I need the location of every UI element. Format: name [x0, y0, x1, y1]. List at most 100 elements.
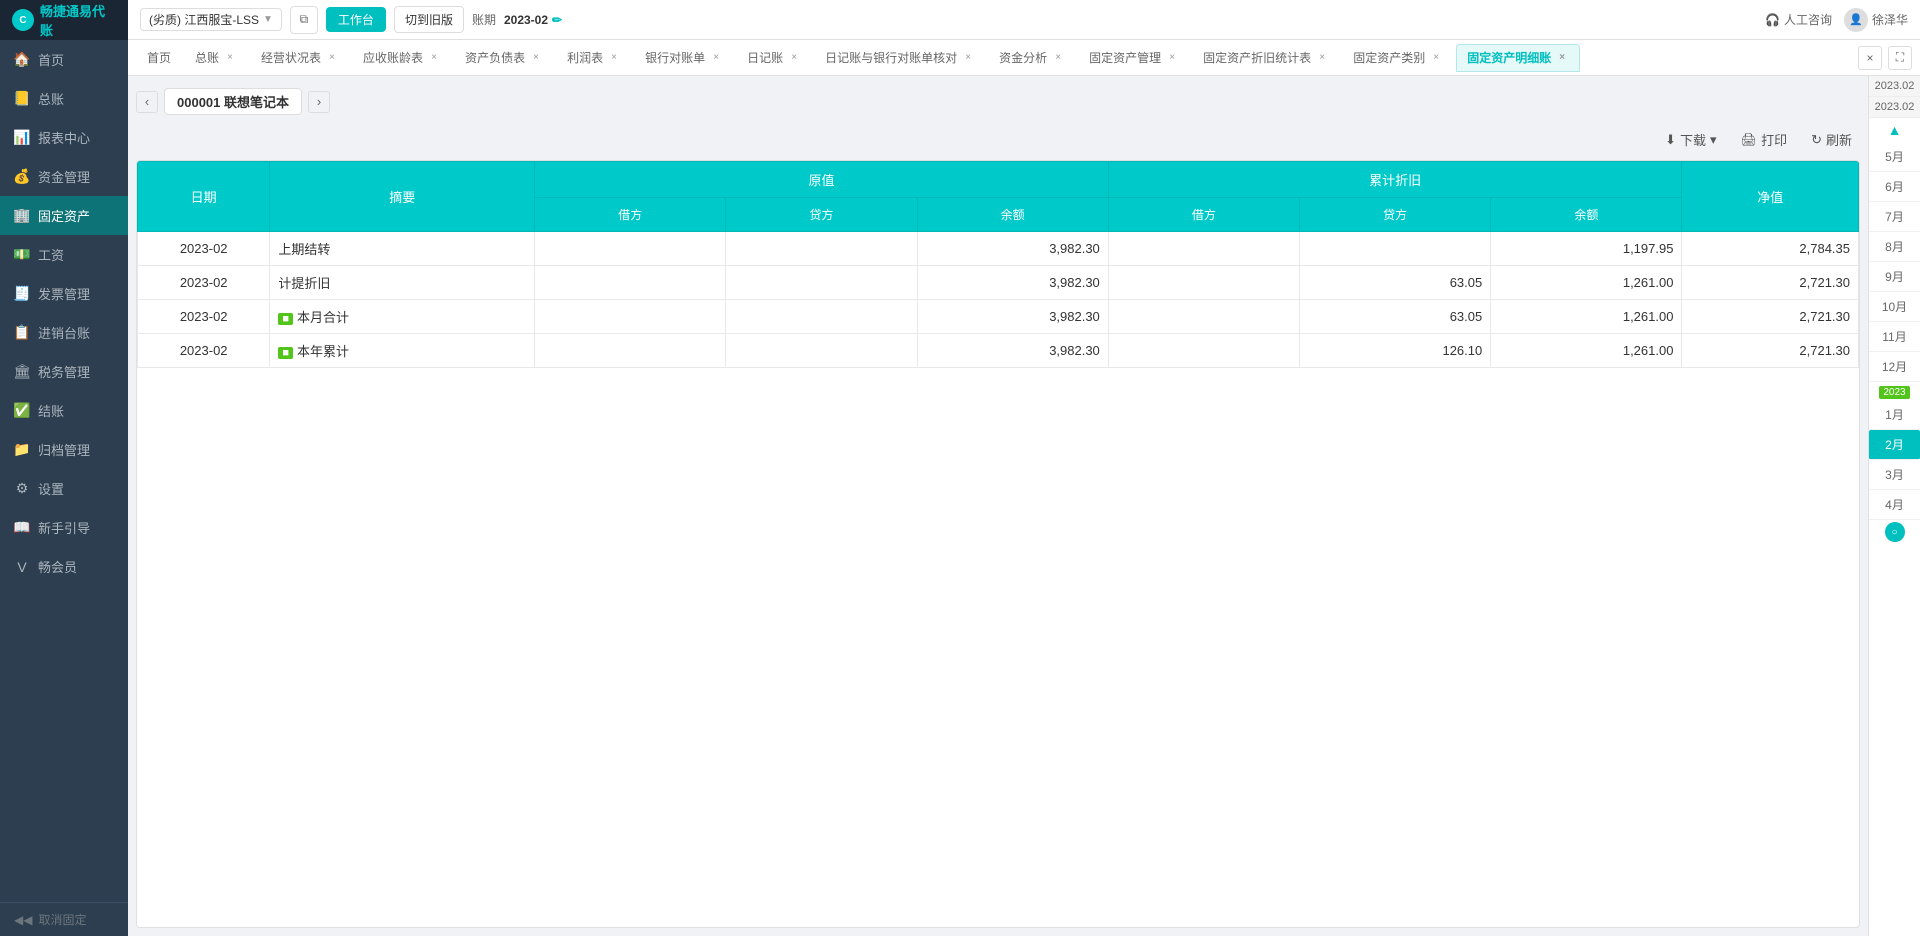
panel-circle-btn[interactable]: ○	[1885, 522, 1905, 542]
tab-receivable[interactable]: 应收账龄表×	[352, 44, 452, 72]
cell-depr-debit	[1108, 334, 1299, 368]
tab-close-balance[interactable]: ×	[529, 51, 543, 65]
tab-close-bank_check[interactable]: ×	[961, 51, 975, 65]
tab-close-journal[interactable]: ×	[787, 51, 801, 65]
panel-month-8月[interactable]: 8月	[1869, 232, 1920, 262]
period-text: 2023-02	[504, 13, 548, 27]
tab-close-profit[interactable]: ×	[607, 51, 621, 65]
panel-month-5月[interactable]: 5月	[1869, 142, 1920, 172]
close-tab-btn[interactable]: ×	[1858, 46, 1882, 70]
panel-month-3月[interactable]: 3月	[1869, 460, 1920, 490]
headset-icon: 🎧	[1765, 13, 1780, 27]
panel-month-11月[interactable]: 11月	[1869, 322, 1920, 352]
sidebar-item-tax[interactable]: 🏛税务管理	[0, 352, 128, 391]
company-selector[interactable]: (劣质) 江西服宝-LSS ▼	[140, 8, 282, 31]
tab-fixed_type[interactable]: 固定资产类别×	[1342, 44, 1454, 72]
panel-month-12月[interactable]: 12月	[1869, 352, 1920, 382]
sidebar-item-checkout[interactable]: ✅结账	[0, 391, 128, 430]
sidebar-unpin-btn[interactable]: ◀◀ 取消固定	[0, 902, 128, 936]
sidebar-item-home[interactable]: 🏠首页	[0, 40, 128, 79]
cell-orig-credit	[726, 334, 917, 368]
panel-month-1月[interactable]: 1月	[1869, 400, 1920, 430]
cell-date: 2023-02	[138, 232, 270, 266]
panel-month-4月[interactable]: 4月	[1869, 490, 1920, 520]
user-menu-btn[interactable]: 👤 徐泽华	[1844, 8, 1908, 32]
ledger-icon: 📒	[14, 91, 30, 107]
tab-fixed_depr[interactable]: 固定资产折旧统计表×	[1192, 44, 1340, 72]
cell-orig-debit	[535, 266, 726, 300]
panel-month-2月[interactable]: 2月	[1869, 430, 1920, 460]
sidebar-item-ledger[interactable]: 📒总账	[0, 79, 128, 118]
cell-depr-balance: 1,261.00	[1491, 334, 1682, 368]
tab-journal[interactable]: 日记账 ×	[736, 44, 812, 72]
cell-depr-credit	[1300, 232, 1491, 266]
sidebar-item-sales[interactable]: 📋进销台账	[0, 313, 128, 352]
fullscreen-btn[interactable]: ⛶	[1888, 46, 1912, 70]
panel-month-7月[interactable]: 7月	[1869, 202, 1920, 232]
sidebar-item-settings[interactable]: ⚙设置	[0, 469, 128, 508]
print-icon: 🖨	[1741, 132, 1758, 148]
tab-close-bank[interactable]: ×	[709, 51, 723, 65]
cell-date: 2023-02	[138, 334, 270, 368]
tab-bank_check[interactable]: 日记账与银行对账单核对×	[814, 44, 986, 72]
cell-net-value: 2,784.35	[1682, 232, 1859, 266]
unpin-icon: ◀◀	[14, 913, 32, 927]
cell-orig-balance: 3,982.30	[917, 266, 1108, 300]
tab-close-ledger[interactable]: ×	[223, 51, 237, 65]
tab-ledger[interactable]: 总账×	[184, 44, 248, 72]
sidebar-item-guide[interactable]: 📖新手引导	[0, 508, 128, 547]
tab-close-fixed_mgmt[interactable]: ×	[1165, 51, 1179, 65]
download-icon: ⬇	[1665, 132, 1676, 148]
tab-balance[interactable]: 资产负债表×	[454, 44, 554, 72]
switch-version-button[interactable]: 切到旧版	[394, 6, 464, 33]
checkout-icon: ✅	[14, 403, 30, 419]
tax-icon: 🏛	[14, 364, 30, 380]
panel-month-10月[interactable]: 10月	[1869, 292, 1920, 322]
nav-next-btn[interactable]: ›	[308, 91, 330, 113]
tabbar: 首页总账×经营状况表×应收账龄表×资产负债表×利润表×银行对账单×日记账×日记账…	[128, 40, 1920, 76]
sidebar-item-invoice[interactable]: 🧾发票管理	[0, 274, 128, 313]
sidebar-item-funds[interactable]: 💰资金管理	[0, 157, 128, 196]
tab-fund[interactable]: 资金分析 ×	[988, 44, 1076, 72]
workbench-button[interactable]: 工作台	[326, 7, 386, 32]
cell-depr-credit: 63.05	[1300, 266, 1491, 300]
sidebar-item-vip[interactable]: V畅会员	[0, 547, 128, 586]
print-btn[interactable]: 🖨 打印	[1733, 127, 1796, 152]
support-btn[interactable]: 🎧 人工咨询	[1765, 11, 1832, 28]
tab-fixed_mgmt[interactable]: 固定资产管理×	[1078, 44, 1190, 72]
tab-close-fund[interactable]: ×	[1051, 51, 1065, 65]
cell-orig-credit	[726, 266, 917, 300]
table-row: 2023-02 计提折旧 3,982.30 63.05 1,261.00 2,7…	[138, 266, 1859, 300]
sidebar-item-archive[interactable]: 📁归档管理	[0, 430, 128, 469]
copy-icon-btn[interactable]: ⧉	[290, 6, 318, 34]
refresh-btn[interactable]: ↻ 刷新	[1803, 127, 1860, 152]
tab-profit[interactable]: 利润表×	[556, 44, 632, 72]
panel-month-9月[interactable]: 9月	[1869, 262, 1920, 292]
right-panel: 2023.02 2023.02 ▲ 5月6月7月8月9月10月11月12月 20…	[1868, 76, 1920, 936]
tab-close-fixed_type[interactable]: ×	[1429, 51, 1443, 65]
tab-label-journal: 日记账	[747, 49, 783, 66]
tab-bank[interactable]: 银行对账单 ×	[634, 44, 734, 72]
sidebar-item-salary[interactable]: 💵工资	[0, 235, 128, 274]
cell-depr-debit	[1108, 300, 1299, 334]
cell-orig-debit	[535, 300, 726, 334]
tab-close-receivable[interactable]: ×	[427, 51, 441, 65]
panel-scroll-up-btn[interactable]: ▲	[1869, 118, 1920, 142]
tab-label-fund: 资金分析	[999, 49, 1047, 66]
tab-close-fixed_detail[interactable]: ×	[1555, 51, 1569, 65]
tab-close-fixed_depr[interactable]: ×	[1315, 51, 1329, 65]
sidebar-item-reports[interactable]: 📊报表中心	[0, 118, 128, 157]
edit-period-icon[interactable]: ✏	[552, 13, 562, 27]
tab-close-business[interactable]: ×	[325, 51, 339, 65]
col-original: 原值	[535, 162, 1109, 198]
tab-business[interactable]: 经营状况表×	[250, 44, 350, 72]
sidebar-item-fixed[interactable]: 🏢固定资产	[0, 196, 128, 235]
tab-fixed_detail[interactable]: 固定资产明细账×	[1456, 44, 1580, 72]
tab-label-bank: 银行对账单	[645, 49, 705, 66]
reports-icon: 📊	[14, 130, 30, 146]
download-btn[interactable]: ⬇ 下载 ▾	[1657, 127, 1724, 152]
nav-prev-btn[interactable]: ‹	[136, 91, 158, 113]
fixed-icon: 🏢	[14, 208, 30, 224]
tab-home[interactable]: 首页	[136, 44, 182, 72]
panel-month-6月[interactable]: 6月	[1869, 172, 1920, 202]
